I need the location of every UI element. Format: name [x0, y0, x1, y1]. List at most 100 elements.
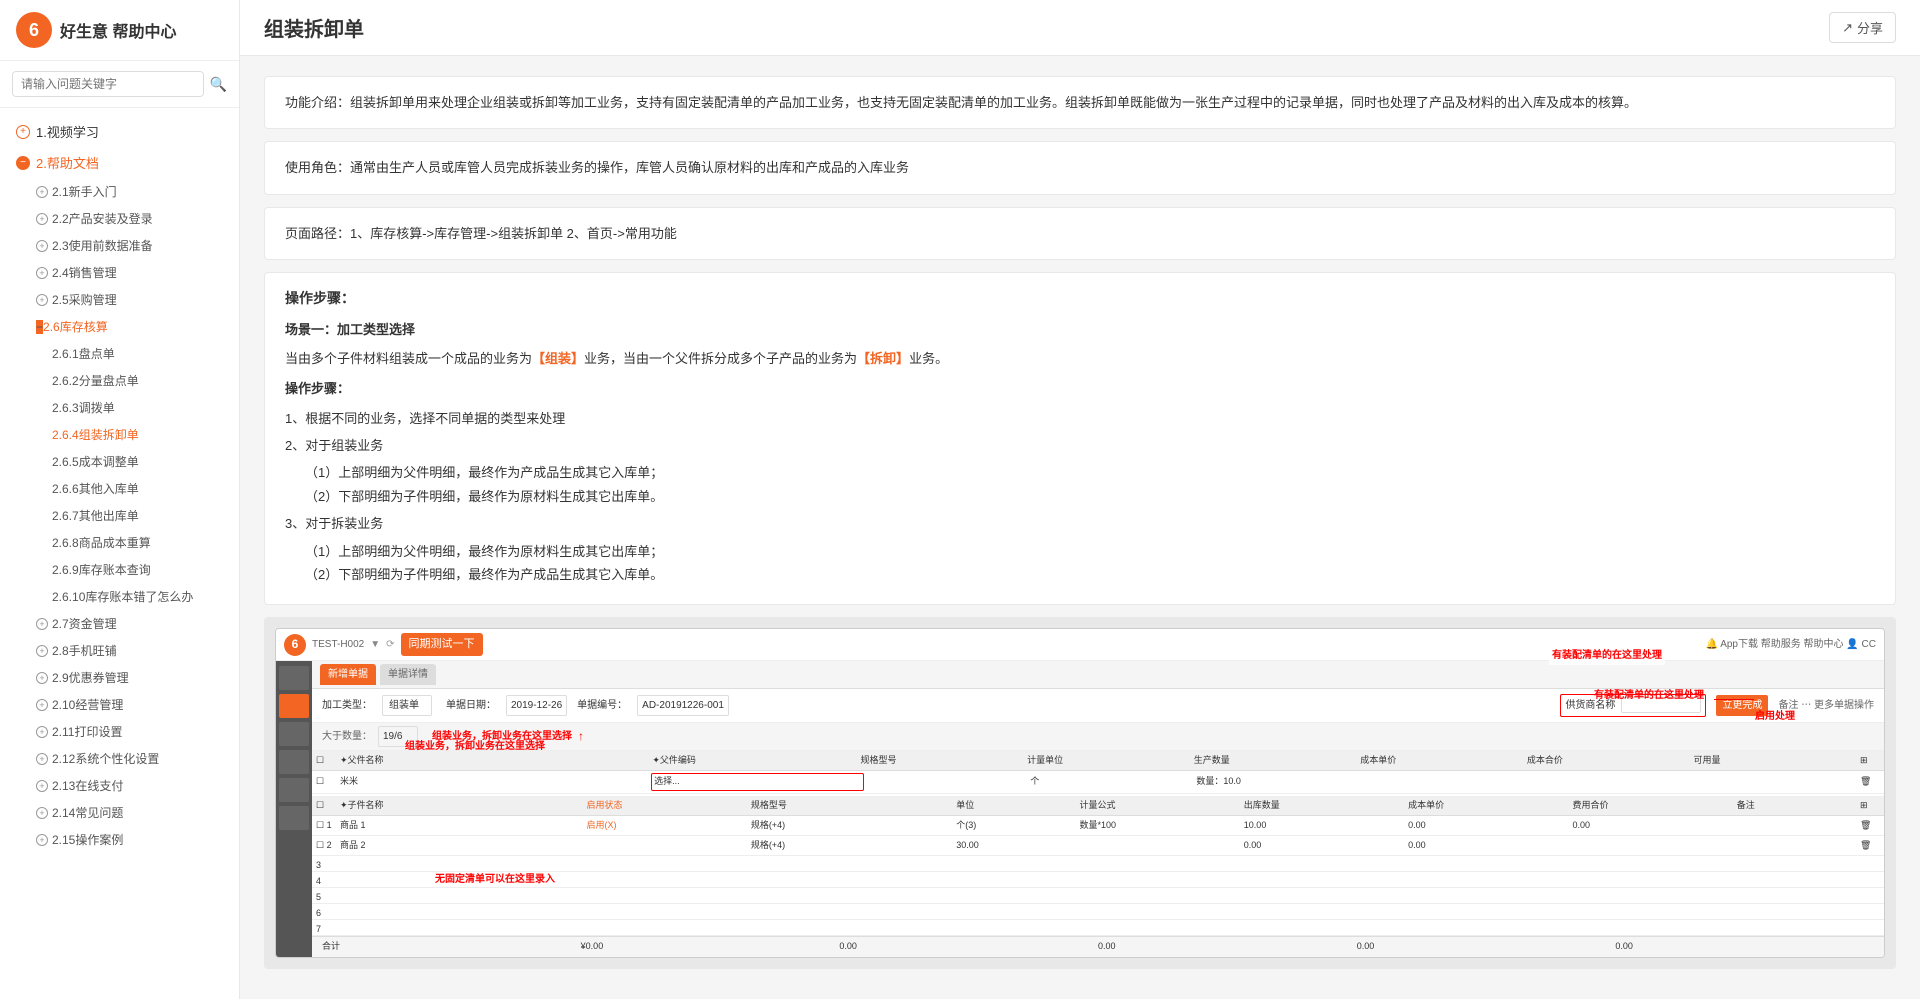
mock-lower-footer: 合计 ¥0.00 0.00 0.00 0.00 0.00	[312, 936, 1884, 956]
sidebar-item-data-prep[interactable]: + 2.3使用前数据准备	[36, 232, 239, 259]
intro-card: 功能介绍：组装拆卸单用来处理企业组装或拆卸等加工业务，支持有固定装配清单的产品加…	[264, 76, 1896, 129]
sidebar-label-sales: 2.4销售管理	[52, 264, 117, 281]
lth-status: 启用状态	[586, 798, 750, 813]
mock-tab-new: 新增单据	[320, 664, 376, 685]
arrow-has-list	[1714, 699, 1754, 700]
screenshot-annotation-3: 启用处理	[1755, 708, 1795, 725]
th-qty: 计量单位	[1027, 753, 1194, 768]
path-card: 页面路径：1、库存核算->库存管理->组装拆卸单 2、首页->常用功能	[264, 207, 1896, 260]
content-area: 功能介绍：组装拆卸单用来处理企业组装或拆卸等加工业务，支持有固定装配清单的产品加…	[240, 56, 1920, 999]
sidebar-item-stock-check[interactable]: 2.6.9库存账本查询	[52, 556, 239, 583]
sidebar-label-mobile: 2.8手机旺铺	[52, 642, 117, 659]
sidebar-item-faq[interactable]: + 2.14常见问题	[36, 799, 239, 826]
footer-total-1: ¥0.00	[581, 939, 840, 954]
annotation-has-list: 有装配清单的在这里处理	[1594, 687, 1704, 704]
ltd-status-1: 启用(X)	[586, 818, 750, 833]
sidebar-item-sales[interactable]: + 2.4销售管理	[36, 259, 239, 286]
sidebar-item-cost-adjust[interactable]: 2.6.5成本调整单	[52, 448, 239, 475]
expand-icon-finance: +	[36, 618, 48, 630]
sidebar-item-docs[interactable]: − 2.帮助文档	[0, 147, 239, 178]
sidebar-item-finance[interactable]: + 2.7资金管理	[36, 610, 239, 637]
footer-amount-total: 0.00	[1357, 939, 1616, 954]
mock-upper-row-1: ☐ 米米 选择... 个 数量：10.0 🗑	[312, 771, 1884, 793]
sidebar-item-assembly[interactable]: 2.6.4组装拆卸单	[52, 421, 239, 448]
sidebar-label-ops: 2.10经营管理	[52, 696, 123, 713]
sidebar-item-inventory-count[interactable]: 2.6.1盘点单	[52, 340, 239, 367]
td-qty-1: 个	[1030, 774, 1196, 789]
td-goods-1: 米米	[340, 774, 651, 789]
lth-cost: 成本单价	[1408, 798, 1572, 813]
ltd-unit-2: 30.00	[956, 838, 1079, 853]
footer-sum-label: 合计	[322, 939, 581, 954]
sidebar-item-distribution-count[interactable]: 2.6.2分量盘点单	[52, 367, 239, 394]
nav-sub-items-docs: + 2.1新手入门 + 2.2产品安装及登录 + 2.3使用前数据准备 + 2.…	[0, 178, 239, 853]
sidebar-item-transfer[interactable]: 2.6.3调拨单	[52, 394, 239, 421]
sidebar-label-print: 2.11打印设置	[52, 723, 122, 740]
search-icon[interactable]: 🔍	[210, 76, 227, 93]
lth-qty2: 出库数量	[1244, 798, 1408, 813]
mock-type-selector-row: 大于数量： 19/6 组装业务，拆卸业务在这里选择 ↑	[312, 723, 1884, 751]
share-label: 分享	[1857, 18, 1883, 37]
th-spec: 规格型号	[861, 753, 1028, 768]
sidebar-item-mobile[interactable]: + 2.8手机旺铺	[36, 637, 239, 664]
ltd-formula-1: 数量*100	[1079, 818, 1243, 833]
expand-icon-new-user: +	[36, 186, 48, 198]
mock-window: 6 TEST-H002 ▼ ⟳ 同期测试一下 🔔 App下载 帮助服务 帮助中心…	[275, 628, 1885, 957]
th-cost: 成本单价	[1360, 753, 1527, 768]
sidebar-item-coupon[interactable]: + 2.9优惠券管理	[36, 664, 239, 691]
mock-form-no: AD-20191226-001	[637, 695, 729, 716]
sidebar-item-custom[interactable]: + 2.12系统个性化设置	[36, 745, 239, 772]
lth-total: 费用合价	[1572, 798, 1736, 813]
sidebar-label-cases: 2.15操作案例	[52, 831, 123, 848]
sidebar-item-stock-error[interactable]: 2.6.10库存账本错了怎么办	[52, 583, 239, 610]
expand-icon-videos: +	[16, 125, 30, 139]
ltd-cost-1: 0.00	[1408, 818, 1572, 833]
expand-icon-install: +	[36, 213, 48, 225]
sidebar-item-ops[interactable]: + 2.10经营管理	[36, 691, 239, 718]
screenshot-wrapper: 6 TEST-H002 ▼ ⟳ 同期测试一下 🔔 App下载 帮助服务 帮助中心…	[265, 618, 1895, 967]
th-avail: 可用量	[1693, 753, 1860, 768]
mock-lower-row-7: 7	[312, 920, 1884, 936]
sidebar-item-videos[interactable]: + 1.视频学习	[0, 116, 239, 147]
expand-icon-ops: +	[36, 699, 48, 711]
share-button[interactable]: ↗ 分享	[1829, 12, 1896, 43]
sidebar-label-install: 2.2产品安装及登录	[52, 210, 153, 227]
sidebar-item-goods-cost[interactable]: 2.6.8商品成本重算	[52, 529, 239, 556]
footer-note: 0.00	[1615, 939, 1874, 954]
expand-icon-purchase: +	[36, 294, 48, 306]
mock-form-type-field: 组装单	[382, 695, 432, 716]
sidebar-item-print[interactable]: + 2.11打印设置	[36, 718, 239, 745]
sidebar-label-new-user: 2.1新手入门	[52, 183, 117, 200]
th-unit: 生产数量	[1194, 753, 1361, 768]
sidebar-item-install[interactable]: + 2.2产品安装及登录	[36, 205, 239, 232]
mock-body: 新增单据 单据详情 加工类型： 组装单 单据日期： 2019-12-26 单据编…	[276, 661, 1884, 957]
lth-memo: 备注	[1737, 798, 1860, 813]
screenshot-annotation-2: 组装业务，拆卸业务在这里选择	[405, 738, 545, 755]
share-icon: ↗	[1842, 20, 1853, 36]
mock-tab-detail: 单据详情	[380, 664, 436, 685]
scene1-title: 场景一：加工类型选择	[285, 319, 1875, 341]
sidebar-item-purchase[interactable]: + 2.5采购管理	[36, 286, 239, 313]
sidebar-item-new-user[interactable]: + 2.1新手入门	[36, 178, 239, 205]
search-input[interactable]	[12, 71, 204, 97]
mock-lower-row-2: ☐ 2 商品 2 规格(+4) 30.00 0.00 0.00	[312, 836, 1884, 856]
sidebar-label-videos: 1.视频学习	[36, 122, 99, 141]
ltd-qty2-2: 0.00	[1244, 838, 1408, 853]
mock-count-label: 大于数量：	[322, 728, 372, 745]
scene1-desc: 当由多个子件材料组装成一个成品的业务为【组装】业务，当由一个父件拆分成多个子产品…	[285, 347, 1875, 370]
steps-title: 操作步骤：	[285, 287, 1875, 311]
expand-icon-coupon: +	[36, 672, 48, 684]
ltd-qty2-1: 10.00	[1244, 818, 1408, 833]
mock-logo: 6	[284, 634, 306, 656]
expand-icon-sales: +	[36, 267, 48, 279]
td-action-1: 🗑	[1860, 774, 1880, 789]
sidebar-item-online-pay[interactable]: + 2.13在线支付	[36, 772, 239, 799]
sidebar-item-inventory[interactable]: − 2.6库存核算	[36, 313, 239, 340]
sidebar-item-other-out[interactable]: 2.6.7其他出库单	[52, 502, 239, 529]
sidebar-item-other-in[interactable]: 2.6.6其他入库单	[52, 475, 239, 502]
mock-form-no-label: 单据编号：	[577, 697, 627, 714]
nav-section-videos: + 1.视频学习	[0, 116, 239, 147]
sidebar-item-cases[interactable]: + 2.15操作案例	[36, 826, 239, 853]
role-text: 使用角色：通常由生产人员或库管人员完成拆装业务的操作，库管人员确认原材料的出库和…	[285, 156, 1875, 179]
mock-nav-icon-2-active	[279, 694, 309, 718]
